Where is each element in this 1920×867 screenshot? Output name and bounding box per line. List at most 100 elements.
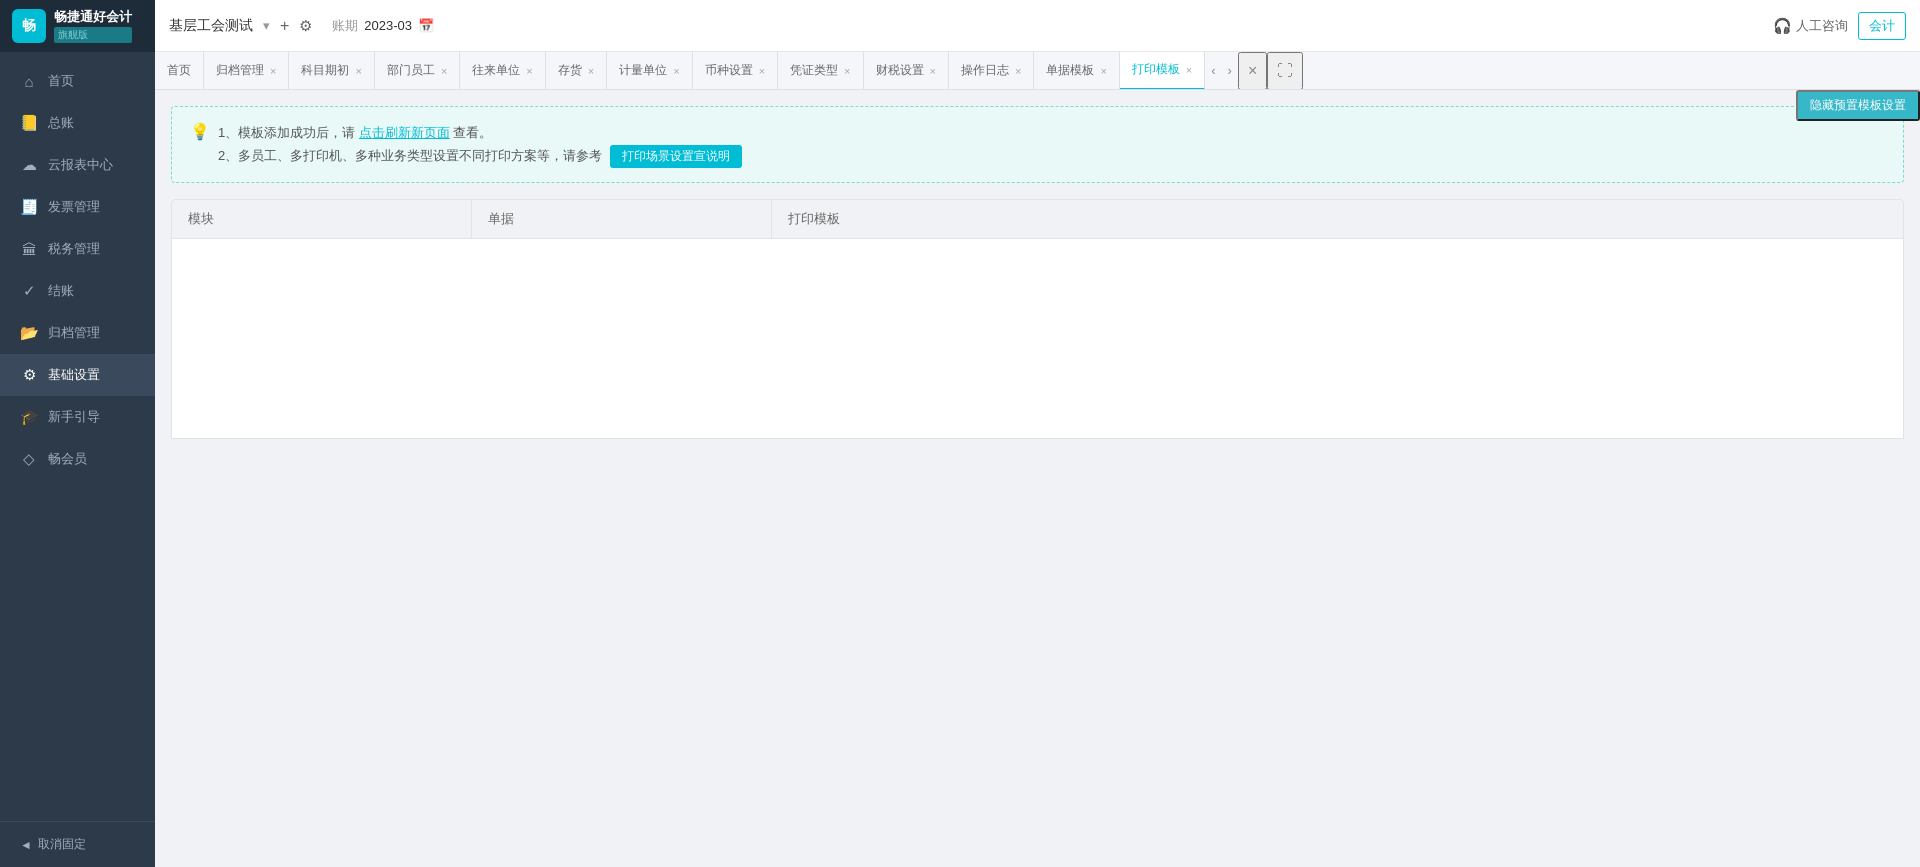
sidebar-footer-label: 取消固定 [38, 836, 86, 853]
tab-subject-init[interactable]: 科目期初 × [289, 52, 374, 90]
table-col-voucher: 单据 [472, 200, 772, 238]
tab-label-subject-init: 科目期初 [301, 62, 349, 79]
tab-close-archive-mgmt[interactable]: × [270, 65, 276, 77]
hide-template-settings-button[interactable]: 隐藏预置模板设置 [1796, 90, 1920, 121]
tab-currency[interactable]: 币种设置 × [693, 52, 778, 90]
nav-label-guide: 新手引导 [48, 408, 100, 426]
notice-line2: 2、多员工、多打印机、多种业务类型设置不同打印方案等，请参考 打印场景设置宣说明 [218, 144, 742, 168]
topbar-period-label: 账期 [332, 17, 358, 35]
tab-label-dept-staff: 部门员工 [387, 62, 435, 79]
tab-close-all-button[interactable]: × [1238, 52, 1267, 90]
nav-icon-invoice: 🧾 [20, 198, 38, 216]
tab-next-button[interactable]: › [1222, 52, 1238, 90]
tab-measure-unit[interactable]: 计量单位× [607, 52, 692, 90]
tab-close-voucher-type[interactable]: × [844, 65, 850, 77]
topbar-service-button[interactable]: 🎧 人工咨询 [1773, 17, 1848, 35]
tab-counter-party[interactable]: 往来单位× [460, 52, 545, 90]
tab-dept-staff[interactable]: 部门员工 × [375, 52, 460, 90]
sidebar-logo: 畅 畅捷通好会计 旗舰版 [0, 0, 155, 52]
notice-line1: 1、模板添加成功后，请 点击刷新新页面 查看。 [218, 121, 742, 144]
tab-operation-log[interactable]: 操作日志 × [949, 52, 1034, 90]
notice-line1-prefix: 1、模板添加成功后，请 [218, 125, 355, 140]
notice-line1-link[interactable]: 点击刷新新页面 [359, 125, 450, 140]
tab-print-template[interactable]: 打印模板 × [1120, 52, 1205, 90]
tab-close-voucher-template[interactable]: × [1100, 65, 1106, 77]
topbar-add-button[interactable]: + [280, 17, 289, 35]
tab-close-print-template[interactable]: × [1186, 64, 1192, 76]
nav-label-checkout: 结账 [48, 282, 74, 300]
nav-label-archive: 归档管理 [48, 324, 100, 342]
topbar: 基层工会测试 ▾ + ⚙ 账期 2023-03 📅 🎧 人工咨询 会计 [155, 0, 1920, 52]
nav-icon-settings: ⚙ [20, 366, 38, 384]
tab-label-currency: 币种设置 [705, 62, 753, 79]
tab-voucher-type[interactable]: 凭证类型 × [778, 52, 863, 90]
notice-line1-suffix: 查看。 [453, 125, 492, 140]
tab-close-operation-log[interactable]: × [1015, 65, 1021, 77]
topbar-dropdown-icon[interactable]: ▾ [263, 18, 270, 33]
tab-label-operation-log: 操作日志 [961, 62, 1009, 79]
topbar-service-label: 人工咨询 [1796, 17, 1848, 35]
sidebar-item-tax[interactable]: 🏛税务管理 [0, 228, 155, 270]
tab-inventory[interactable]: 存货 × [546, 52, 607, 90]
tab-label-voucher-template: 单据模板 [1046, 62, 1094, 79]
print-scene-button[interactable]: 打印场景设置宣说明 [610, 145, 742, 168]
logo-text: 畅捷通好会计 旗舰版 [54, 9, 132, 43]
nav-icon-reports: ☁ [20, 156, 38, 174]
table-col-template: 打印模板 [772, 200, 1903, 238]
main-area: 基层工会测试 ▾ + ⚙ 账期 2023-03 📅 🎧 人工咨询 会计 首页归档… [155, 0, 1920, 867]
nav-label-settings: 基础设置 [48, 366, 100, 384]
topbar-calendar-icon[interactable]: 📅 [418, 18, 434, 33]
sidebar-nav: ⌂ 首页 📒总账 ☁ 云报表中心 🧾 发票管理 🏛税务管理✓结账 📂 归档管理 ⚙ 基础设置 🎓新手引导… [0, 52, 155, 821]
tab-label-voucher-type: 凭证类型 [790, 62, 838, 79]
sidebar-item-ledger[interactable]: 📒总账 [0, 102, 155, 144]
tab-archive-mgmt[interactable]: 归档管理× [204, 52, 289, 90]
tab-close-currency[interactable]: × [759, 65, 765, 77]
sidebar-item-member[interactable]: ◇畅会员 [0, 438, 155, 480]
tab-label-inventory: 存货 [558, 62, 582, 79]
sidebar-item-checkout[interactable]: ✓结账 [0, 270, 155, 312]
table-header: 模块 单据 打印模板 [171, 199, 1904, 239]
tab-label-print-template: 打印模板 [1132, 61, 1180, 78]
tab-expand-button[interactable]: ⛶ [1267, 52, 1303, 90]
topbar-settings-button[interactable]: ⚙ [299, 17, 312, 35]
nav-label-home: 首页 [48, 72, 74, 90]
tab-prev-button[interactable]: ‹ [1205, 52, 1221, 90]
nav-icon-member: ◇ [20, 450, 38, 468]
tab-close-subject-init[interactable]: × [355, 65, 361, 77]
sidebar-item-guide[interactable]: 🎓新手引导 [0, 396, 155, 438]
notice-line2-prefix: 2、多员工、多打印机、多种业务类型设置不同打印方案等，请参考 [218, 148, 602, 163]
tab-home[interactable]: 首页 [155, 52, 204, 90]
sidebar: 畅 畅捷通好会计 旗舰版 ⌂ 首页 📒总账 ☁ 云报表中心 🧾 发票管理 🏛税务管理✓结账 📂 归… [0, 0, 155, 867]
sidebar-item-settings[interactable]: ⚙ 基础设置 [0, 354, 155, 396]
nav-icon-home: ⌂ [20, 72, 38, 90]
tab-label-home: 首页 [167, 62, 191, 79]
bulb-icon: 💡 [190, 122, 210, 141]
sidebar-item-home[interactable]: ⌂ 首页 [0, 60, 155, 102]
nav-label-reports: 云报表中心 [48, 156, 113, 174]
sidebar-item-invoice[interactable]: 🧾 发票管理 [0, 186, 155, 228]
nav-label-invoice: 发票管理 [48, 198, 100, 216]
headset-icon: 🎧 [1773, 17, 1792, 35]
print-template-table: 模块 单据 打印模板 [171, 199, 1904, 439]
sidebar-item-archive[interactable]: 📂 归档管理 [0, 312, 155, 354]
tabbar: 首页归档管理×科目期初×部门员工×往来单位×存货×计量单位×币种设置×凭证类型×… [155, 52, 1920, 90]
notice-row: 💡 1、模板添加成功后，请 点击刷新新页面 查看。 2、多员工、多打印机、多种业… [190, 121, 1885, 168]
tab-tax-settings[interactable]: 财税设置 × [864, 52, 949, 90]
nav-icon-archive: 📂 [20, 324, 38, 342]
topbar-period: 账期 2023-03 📅 [332, 17, 434, 35]
notice-box: 💡 1、模板添加成功后，请 点击刷新新页面 查看。 2、多员工、多打印机、多种业… [171, 106, 1904, 183]
sidebar-footer[interactable]: ◄ 取消固定 [0, 821, 155, 867]
sidebar-item-reports[interactable]: ☁ 云报表中心 [0, 144, 155, 186]
nav-icon-ledger: 📒 [20, 114, 38, 132]
table-body [171, 239, 1904, 439]
tab-voucher-template[interactable]: 单据模板 × [1034, 52, 1119, 90]
tab-close-measure-unit[interactable]: × [673, 65, 679, 77]
topbar-right: 🎧 人工咨询 会计 [1773, 12, 1906, 40]
tab-close-inventory[interactable]: × [588, 65, 594, 77]
tab-close-tax-settings[interactable]: × [930, 65, 936, 77]
tab-close-dept-staff[interactable]: × [441, 65, 447, 77]
tab-label-tax-settings: 财税设置 [876, 62, 924, 79]
notice-content: 1、模板添加成功后，请 点击刷新新页面 查看。 2、多员工、多打印机、多种业务类… [218, 121, 742, 168]
tab-close-counter-party[interactable]: × [526, 65, 532, 77]
account-button[interactable]: 会计 [1858, 12, 1906, 40]
